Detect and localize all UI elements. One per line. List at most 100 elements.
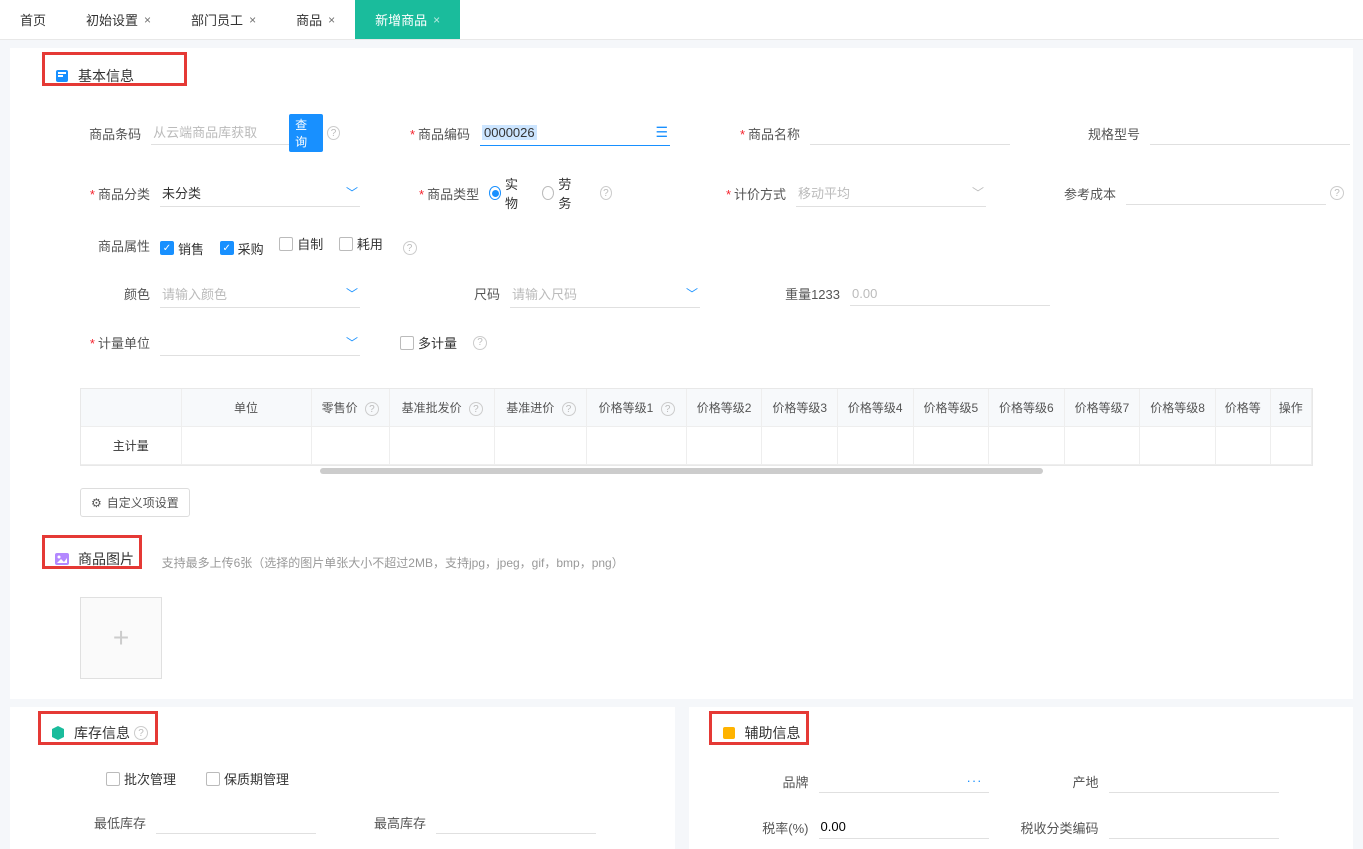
- brand-select[interactable]: ···: [819, 769, 989, 793]
- name-input[interactable]: [810, 121, 1010, 145]
- radio-physical[interactable]: 实物: [489, 174, 526, 212]
- stock-icon: [50, 725, 66, 741]
- size-select[interactable]: 请输入尺码 ﹀: [510, 280, 700, 308]
- label-attr: 商品属性: [50, 236, 160, 255]
- table-row[interactable]: 主计量: [81, 427, 1312, 465]
- basic-info-panel: 基本信息 商品条码 查询 ? *商品编码 0000026 ☰ *商品名称: [10, 48, 1353, 699]
- th-p5: 价格等级5: [913, 389, 989, 427]
- label-category: 商品分类: [98, 187, 150, 202]
- label-origin: 产地: [1019, 772, 1109, 791]
- chevron-down-icon: ﹀: [686, 285, 698, 302]
- label-taxrate: 税率(%): [719, 818, 819, 837]
- chk-sale[interactable]: 销售: [160, 239, 204, 258]
- label-weight: 重量1233: [760, 284, 850, 303]
- taxcode-input[interactable]: [1109, 815, 1279, 839]
- section-title-aux: 辅助信息: [745, 723, 801, 743]
- chevron-down-icon: ﹀: [346, 184, 358, 201]
- th-action: 操作: [1270, 389, 1311, 427]
- th-p6: 价格等级6: [989, 389, 1065, 427]
- color-select[interactable]: 请输入颜色 ﹀: [160, 280, 360, 308]
- label-name: 商品名称: [748, 127, 800, 142]
- image-icon: [54, 551, 70, 567]
- image-upload-button[interactable]: +: [80, 597, 162, 679]
- help-icon[interactable]: ?: [600, 186, 612, 200]
- label-refcost: 参考成本: [1016, 184, 1126, 203]
- tab-products[interactable]: 商品×: [276, 0, 355, 39]
- help-icon[interactable]: ?: [327, 126, 340, 140]
- spec-input[interactable]: [1150, 121, 1350, 145]
- close-icon[interactable]: ×: [328, 13, 335, 27]
- label-code: 商品编码: [418, 127, 470, 142]
- tab-home[interactable]: 首页: [0, 0, 66, 39]
- tab-new-product[interactable]: 新增商品×: [355, 0, 460, 39]
- custom-settings-button[interactable]: ⚙ 自定义项设置: [80, 488, 190, 517]
- label-brand: 品牌: [719, 772, 819, 791]
- label-pricing: 计价方式: [734, 187, 786, 202]
- image-hint: 支持最多上传6张（选择的图片单张大小不超过2MB，支持jpg，jpeg，gif，…: [162, 556, 624, 570]
- unit-select[interactable]: ﹀: [160, 330, 360, 356]
- label-maxstock: 最高库存: [346, 813, 436, 832]
- tab-bar: 首页 初始设置× 部门员工× 商品× 新增商品×: [0, 0, 1363, 40]
- taxrate-input[interactable]: [819, 815, 989, 839]
- th-retail: 零售价 ?: [311, 389, 390, 427]
- th-p-more: 价格等: [1215, 389, 1270, 427]
- gear-icon: ⚙: [91, 496, 102, 510]
- label-type: 商品类型: [427, 187, 479, 202]
- chk-shelf[interactable]: 保质期管理: [206, 769, 289, 788]
- stock-panel: 库存信息 ? 批次管理 保质期管理 最低库存 最高库存: [10, 707, 675, 849]
- chk-batch[interactable]: 批次管理: [106, 769, 176, 788]
- label-taxcode: 税收分类编码: [1019, 818, 1109, 837]
- origin-input[interactable]: [1109, 769, 1279, 793]
- aux-panel: 辅助信息 品牌 ··· 产地 税率(%): [689, 707, 1354, 849]
- chevron-down-icon: ﹀: [346, 285, 358, 302]
- chk-multiunit[interactable]: 多计量: [400, 333, 457, 352]
- chk-selfmade[interactable]: 自制: [279, 234, 323, 253]
- label-unit: 计量单位: [98, 336, 150, 351]
- ellipsis-icon[interactable]: ···: [967, 773, 987, 788]
- section-title-basic: 基本信息: [78, 66, 134, 86]
- form-icon: [54, 68, 70, 84]
- label-spec: 规格型号: [1040, 124, 1150, 143]
- tab-dept-staff[interactable]: 部门员工×: [171, 0, 276, 39]
- chk-purchase[interactable]: 采购: [220, 239, 264, 258]
- h-scrollbar[interactable]: [320, 468, 1043, 474]
- close-icon[interactable]: ×: [144, 13, 151, 27]
- close-icon[interactable]: ×: [249, 13, 256, 27]
- th-unit: 单位: [181, 389, 311, 427]
- radio-service[interactable]: 劳务: [542, 174, 579, 212]
- section-title-image: 商品图片: [78, 549, 134, 569]
- query-button[interactable]: 查询: [289, 114, 323, 152]
- th-p2: 价格等级2: [686, 389, 762, 427]
- maxstock-input[interactable]: [436, 810, 596, 834]
- th-wholesale: 基准批发价 ?: [390, 389, 495, 427]
- chevron-down-icon: ﹀: [972, 184, 984, 201]
- help-icon[interactable]: ?: [473, 336, 487, 350]
- help-icon[interactable]: ?: [134, 726, 148, 740]
- aux-icon: [721, 725, 737, 741]
- th-p3: 价格等级3: [762, 389, 838, 427]
- label-barcode: 商品条码: [50, 124, 151, 143]
- chevron-down-icon: ﹀: [346, 334, 358, 351]
- help-icon[interactable]: ?: [403, 241, 417, 255]
- code-input[interactable]: 0000026 ☰: [480, 120, 670, 146]
- th-p8: 价格等级8: [1140, 389, 1216, 427]
- th-p1: 价格等级1 ?: [587, 389, 686, 427]
- th-p4: 价格等级4: [837, 389, 913, 427]
- code-action-icon[interactable]: ☰: [655, 124, 668, 141]
- minstock-input[interactable]: [156, 810, 316, 834]
- label-color: 颜色: [50, 284, 160, 303]
- pricing-select[interactable]: 移动平均 ﹀: [796, 179, 986, 207]
- category-select[interactable]: 未分类 ﹀: [160, 179, 360, 207]
- th-cost: 基准进价 ?: [495, 389, 587, 427]
- chk-consume[interactable]: 耗用: [339, 234, 383, 253]
- label-size: 尺码: [400, 284, 510, 303]
- close-icon[interactable]: ×: [433, 13, 440, 27]
- refcost-input[interactable]: [1126, 181, 1326, 205]
- th-p7: 价格等级7: [1064, 389, 1140, 427]
- price-table: 单位 零售价 ? 基准批发价 ? 基准进价 ? 价格等级1 ? 价格等级2 价格…: [80, 388, 1313, 467]
- help-icon[interactable]: ?: [1330, 186, 1344, 200]
- section-title-stock: 库存信息: [74, 723, 130, 743]
- weight-input[interactable]: [850, 282, 1050, 306]
- tab-init-settings[interactable]: 初始设置×: [66, 0, 171, 39]
- label-minstock: 最低库存: [66, 813, 156, 832]
